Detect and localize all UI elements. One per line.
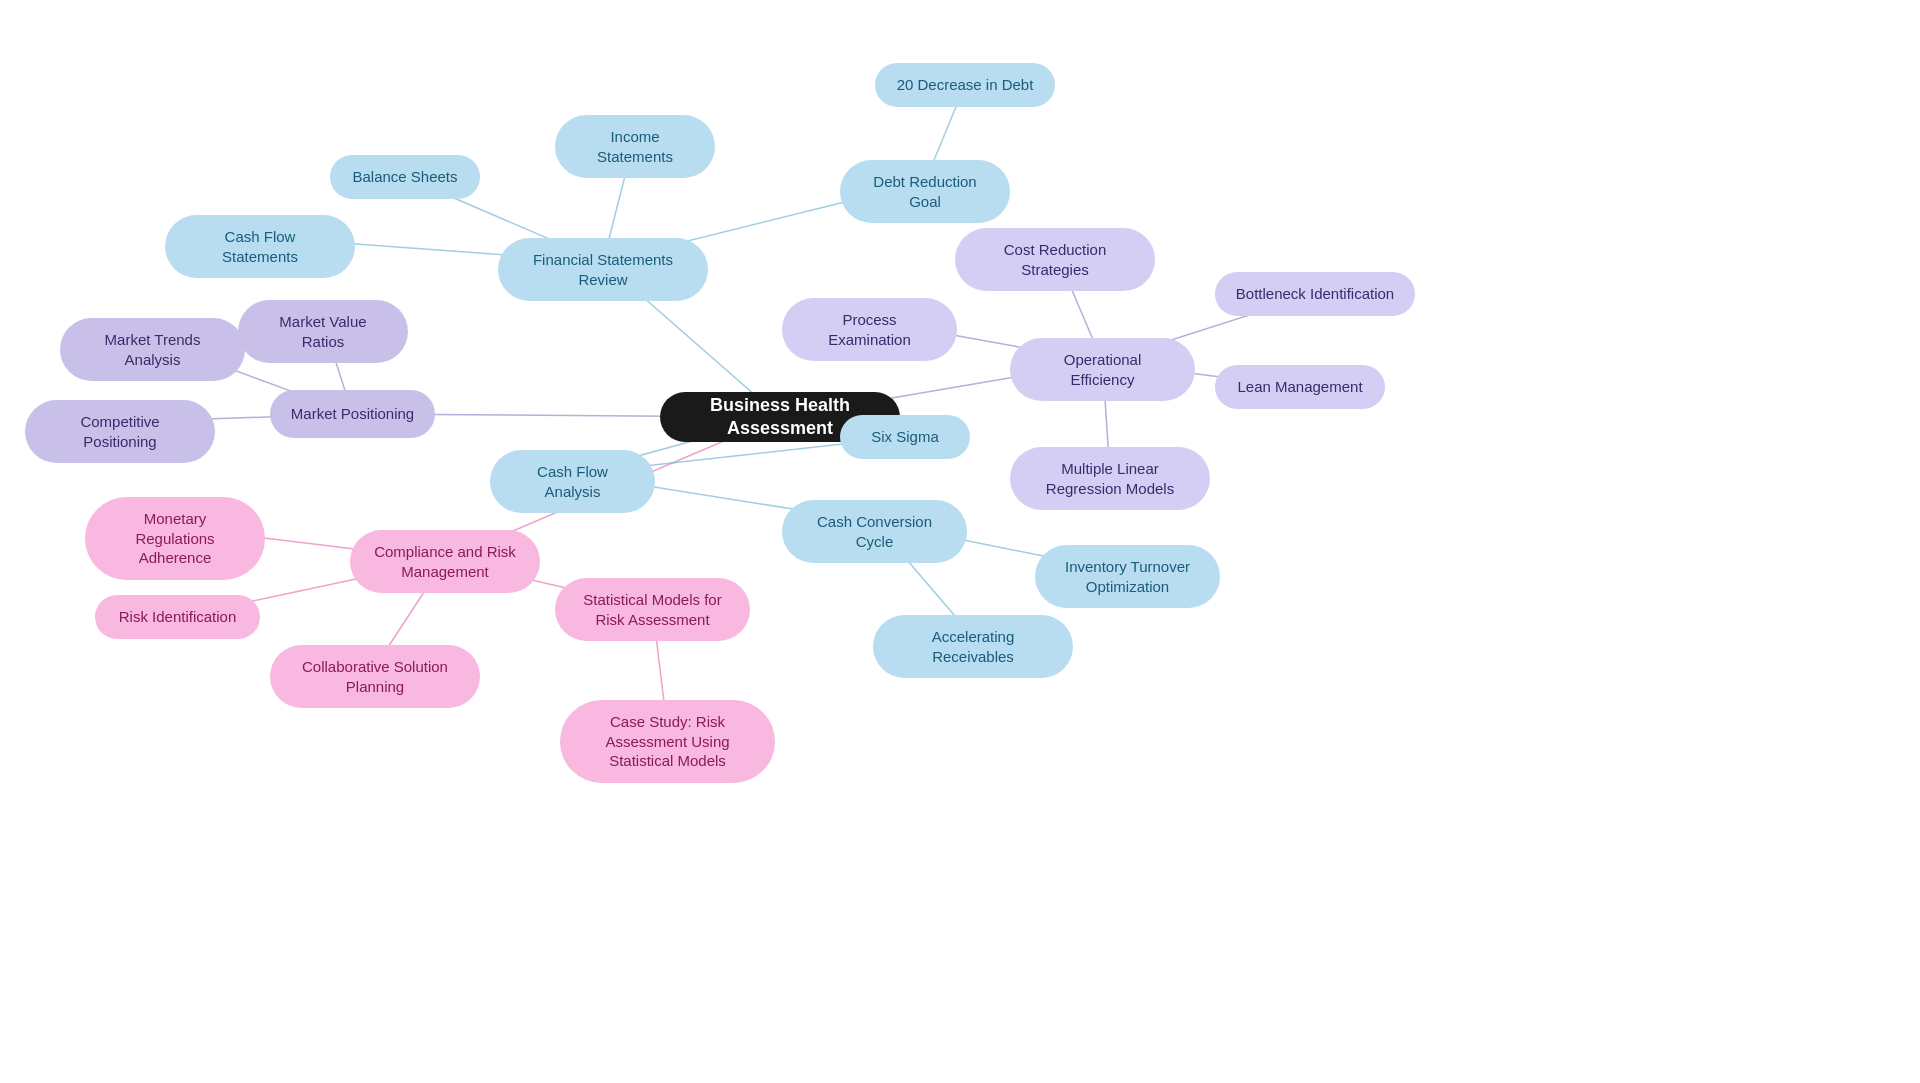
- node-operational-efficiency: Operational Efficiency: [1010, 338, 1195, 401]
- node-accelerating-receivables: Accelerating Receivables: [873, 615, 1073, 678]
- node-balance-sheets: Balance Sheets: [330, 155, 480, 199]
- node-six-sigma: Six Sigma: [840, 415, 970, 459]
- node-multiple-linear-regression: Multiple Linear Regression Models: [1010, 447, 1210, 510]
- node-monetary-regulations: Monetary Regulations Adherence: [85, 497, 265, 580]
- node-debt-reduction-goal: Debt Reduction Goal: [840, 160, 1010, 223]
- node-cash-flow-statements: Cash Flow Statements: [165, 215, 355, 278]
- node-market-trends-analysis: Market Trends Analysis: [60, 318, 245, 381]
- node-case-study: Case Study: Risk Assessment Using Statis…: [560, 700, 775, 783]
- node-compliance-risk: Compliance and Risk Management: [350, 530, 540, 593]
- node-cost-reduction-strategies: Cost Reduction Strategies: [955, 228, 1155, 291]
- node-inventory-turnover: Inventory Turnover Optimization: [1035, 545, 1220, 608]
- node-risk-identification: Risk Identification: [95, 595, 260, 639]
- node-statistical-models: Statistical Models for Risk Assessment: [555, 578, 750, 641]
- node-cash-conversion-cycle: Cash Conversion Cycle: [782, 500, 967, 563]
- node-financial-statements: Financial Statements Review: [498, 238, 708, 301]
- node-bottleneck-identification: Bottleneck Identification: [1215, 272, 1415, 316]
- mind-map: Business Health AssessmentFinancial Stat…: [0, 0, 1920, 1083]
- node-competitive-positioning: Competitive Positioning: [25, 400, 215, 463]
- node-income-statements: Income Statements: [555, 115, 715, 178]
- node-market-positioning: Market Positioning: [270, 390, 435, 438]
- node-lean-management: Lean Management: [1215, 365, 1385, 409]
- node-market-value-ratios: Market Value Ratios: [238, 300, 408, 363]
- node-cash-flow-analysis: Cash Flow Analysis: [490, 450, 655, 513]
- node-20-decrease-debt: 20 Decrease in Debt: [875, 63, 1055, 107]
- node-collaborative-solution: Collaborative Solution Planning: [270, 645, 480, 708]
- node-process-examination: Process Examination: [782, 298, 957, 361]
